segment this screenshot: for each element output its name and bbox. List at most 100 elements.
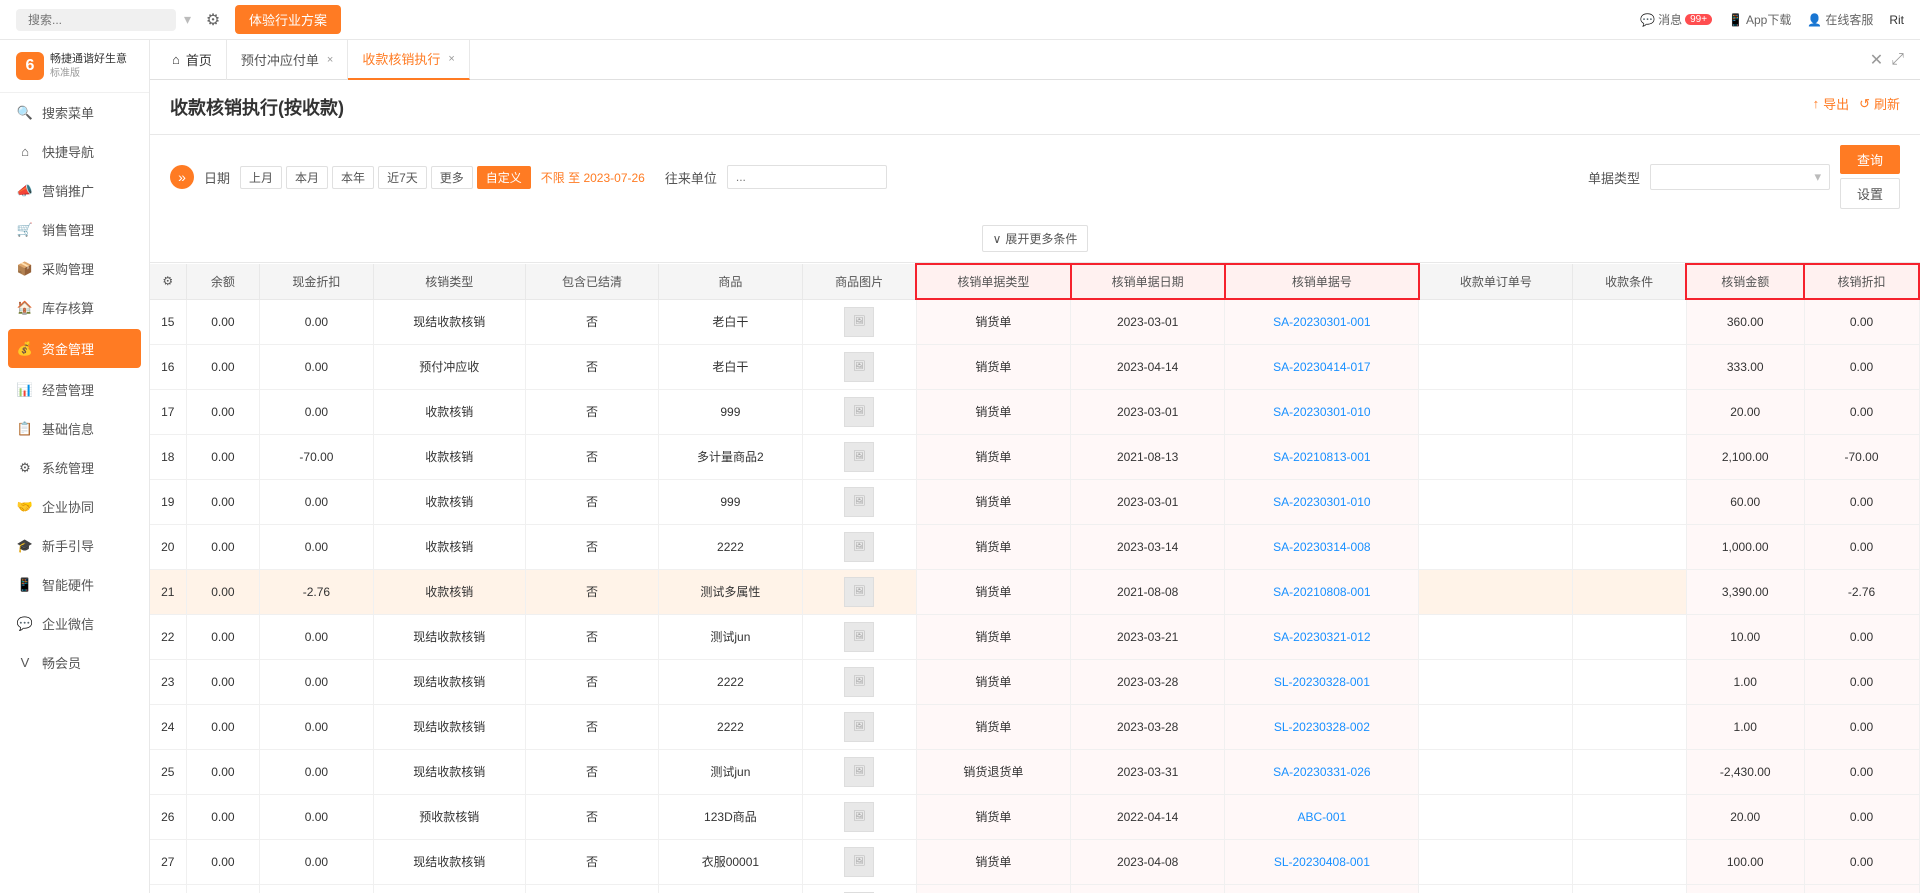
- window-expand-icon[interactable]: ⤢: [1891, 51, 1904, 69]
- online-service-link[interactable]: 👤 在线客服: [1807, 11, 1873, 28]
- td-amount: 1.00: [1686, 659, 1804, 704]
- td-voucher-no[interactable]: SL-20230328-001: [1225, 659, 1419, 704]
- date-filter-label: 日期: [204, 168, 230, 187]
- sidebar-item-wechat[interactable]: 💬企业微信: [0, 604, 149, 643]
- voucher-no-link[interactable]: SA-20230301-010: [1273, 405, 1370, 419]
- th-settings[interactable]: ⚙: [150, 264, 186, 299]
- tab-collection-close[interactable]: ×: [448, 53, 454, 65]
- td-goods: 999: [658, 389, 802, 434]
- voucher-no-link[interactable]: ABC-001: [1298, 810, 1347, 824]
- td-balance: 0.00: [186, 884, 260, 893]
- td-voucher-no[interactable]: SL-20230408-001: [1225, 839, 1419, 884]
- td-voucher-no[interactable]: SL-20230328-002: [1225, 704, 1419, 749]
- td-voucher-no[interactable]: SA-20210808-001: [1225, 569, 1419, 614]
- td-voucher-no[interactable]: SA-20230314-008: [1225, 524, 1419, 569]
- tab-prepay-close[interactable]: ×: [327, 54, 333, 66]
- voucher-type-select[interactable]: ▾: [1650, 164, 1830, 190]
- expand-more-button[interactable]: ∨ 展开更多条件: [982, 225, 1089, 252]
- td-settled: 否: [526, 794, 659, 839]
- sidebar-item-marketing[interactable]: 📣营销推广: [0, 171, 149, 210]
- voucher-no-link[interactable]: SA-20230331-026: [1273, 765, 1370, 779]
- date-tag-this-year[interactable]: 本年: [332, 166, 374, 189]
- voucher-no-link[interactable]: SA-20230314-008: [1273, 540, 1370, 554]
- search-icon: 🔍: [16, 105, 34, 121]
- date-tag-this-month[interactable]: 本月: [286, 166, 328, 189]
- td-goods-image: 🖼: [802, 704, 916, 749]
- tab-home[interactable]: ⌂ 首页: [158, 40, 227, 80]
- td-amount: 100.00: [1686, 839, 1804, 884]
- sidebar-item-search[interactable]: 🔍搜索菜单: [0, 93, 149, 132]
- select-dropdown-icon: ▾: [1814, 169, 1821, 185]
- sidebar-item-guide[interactable]: 🎓新手引导: [0, 526, 149, 565]
- sidebar-item-finance[interactable]: 💰资金管理: [8, 329, 141, 368]
- user-name[interactable]: Rit: [1889, 13, 1904, 27]
- sidebar-item-basic[interactable]: 📋基础信息: [0, 409, 149, 448]
- sidebar-item-sales[interactable]: 🛒销售管理: [0, 210, 149, 249]
- td-voucher-no[interactable]: SA-20230301-010: [1225, 389, 1419, 434]
- td-voucher-date: 2021-08-13: [1071, 434, 1225, 479]
- sidebar: 6 畅捷通谐好生意 标准版 🔍搜索菜单⌂快捷导航📣营销推广🛒销售管理📦采购管理🏠…: [0, 40, 150, 893]
- voucher-no-link[interactable]: SA-20230414-017: [1273, 360, 1370, 374]
- setting-button[interactable]: 设置: [1840, 178, 1900, 209]
- sidebar-item-member[interactable]: V畅会员: [0, 643, 149, 682]
- td-voucher-no[interactable]: SA-20230301-001: [1225, 299, 1419, 344]
- table-row: 24 0.00 0.00 现结收款核销 否 2222 🖼 销货单 2023-03…: [150, 704, 1919, 749]
- td-goods: 999: [658, 479, 802, 524]
- td-voucher-no[interactable]: SL-20230418-001: [1225, 884, 1419, 893]
- td-voucher-date: 2023-03-28: [1071, 704, 1225, 749]
- td-settled: 否: [526, 839, 659, 884]
- td-voucher-no[interactable]: SA-20230331-026: [1225, 749, 1419, 794]
- voucher-no-link[interactable]: SA-20210813-001: [1273, 450, 1370, 464]
- sidebar-item-hardware[interactable]: 📱智能硬件: [0, 565, 149, 604]
- export-button[interactable]: ↑ 导出: [1813, 94, 1850, 113]
- voucher-no-link[interactable]: SA-20230301-001: [1273, 315, 1370, 329]
- voucher-no-link[interactable]: SA-20230321-012: [1273, 630, 1370, 644]
- date-tag-custom[interactable]: 自定义: [477, 166, 531, 189]
- export-icon: ↑: [1813, 96, 1820, 111]
- search-button[interactable]: 查询: [1840, 145, 1900, 174]
- voucher-no-link[interactable]: SL-20230408-001: [1274, 855, 1370, 869]
- date-tag-more[interactable]: 更多: [431, 166, 473, 189]
- refresh-button[interactable]: ↺ 刷新: [1859, 94, 1900, 113]
- sidebar-item-quick[interactable]: ⌂快捷导航: [0, 132, 149, 171]
- voucher-no-link[interactable]: SL-20230328-001: [1274, 675, 1370, 689]
- date-tag-last-month[interactable]: 上月: [240, 166, 282, 189]
- td-cash-discount: 0.00: [260, 479, 373, 524]
- app-download-link[interactable]: 📱 App下载: [1728, 11, 1791, 28]
- th-order-no: 收款单订单号: [1419, 264, 1572, 299]
- td-voucher-no[interactable]: ABC-001: [1225, 794, 1419, 839]
- td-voucher-date: 2023-03-01: [1071, 299, 1225, 344]
- partner-filter-input[interactable]: [727, 165, 887, 189]
- tab-prepay[interactable]: 预付冲应付单 ×: [227, 40, 348, 80]
- td-voucher-type: 销货单: [916, 524, 1070, 569]
- voucher-no-link[interactable]: SA-20210808-001: [1273, 585, 1370, 599]
- global-search-input[interactable]: [16, 9, 176, 31]
- sidebar-item-purchase[interactable]: 📦采购管理: [0, 249, 149, 288]
- td-cash-discount: -70.00: [260, 434, 373, 479]
- td-order-no: [1419, 299, 1572, 344]
- expand-filter-button[interactable]: »: [170, 165, 194, 189]
- td-voucher-no[interactable]: SA-20230301-010: [1225, 479, 1419, 524]
- sidebar-item-operation[interactable]: 📊经营管理: [0, 370, 149, 409]
- window-close-icon[interactable]: ✕: [1870, 50, 1883, 70]
- td-voucher-no[interactable]: SA-20230321-012: [1225, 614, 1419, 659]
- voucher-no-link[interactable]: SA-20230301-010: [1273, 495, 1370, 509]
- td-voucher-no[interactable]: SA-20210813-001: [1225, 434, 1419, 479]
- sidebar-label-quick: 快捷导航: [42, 142, 94, 161]
- top-bar: ▾ ⚙ 体验行业方案 💬 消息 99+ 📱 App下载 👤 在线客服 Rit: [0, 0, 1920, 40]
- td-row-num: 28: [150, 884, 186, 893]
- industry-solution-button[interactable]: 体验行业方案: [235, 5, 341, 34]
- date-tag-7days[interactable]: 近7天: [378, 166, 427, 189]
- tab-collection[interactable]: 收款核销执行 ×: [348, 40, 469, 80]
- notify-area[interactable]: 💬 消息 99+: [1640, 11, 1712, 28]
- sidebar-item-inventory[interactable]: 🏠库存核算: [0, 288, 149, 327]
- sidebar-label-wechat: 企业微信: [42, 614, 94, 633]
- td-order-no: [1419, 434, 1572, 479]
- collab-icon: 🤝: [16, 499, 34, 515]
- sidebar-item-system[interactable]: ⚙系统管理: [0, 448, 149, 487]
- sidebar-item-collab[interactable]: 🤝企业协同: [0, 487, 149, 526]
- th-goods-image: 商品图片: [802, 264, 916, 299]
- settings-gear-button[interactable]: ⚙: [199, 6, 227, 34]
- voucher-no-link[interactable]: SL-20230328-002: [1274, 720, 1370, 734]
- td-voucher-no[interactable]: SA-20230414-017: [1225, 344, 1419, 389]
